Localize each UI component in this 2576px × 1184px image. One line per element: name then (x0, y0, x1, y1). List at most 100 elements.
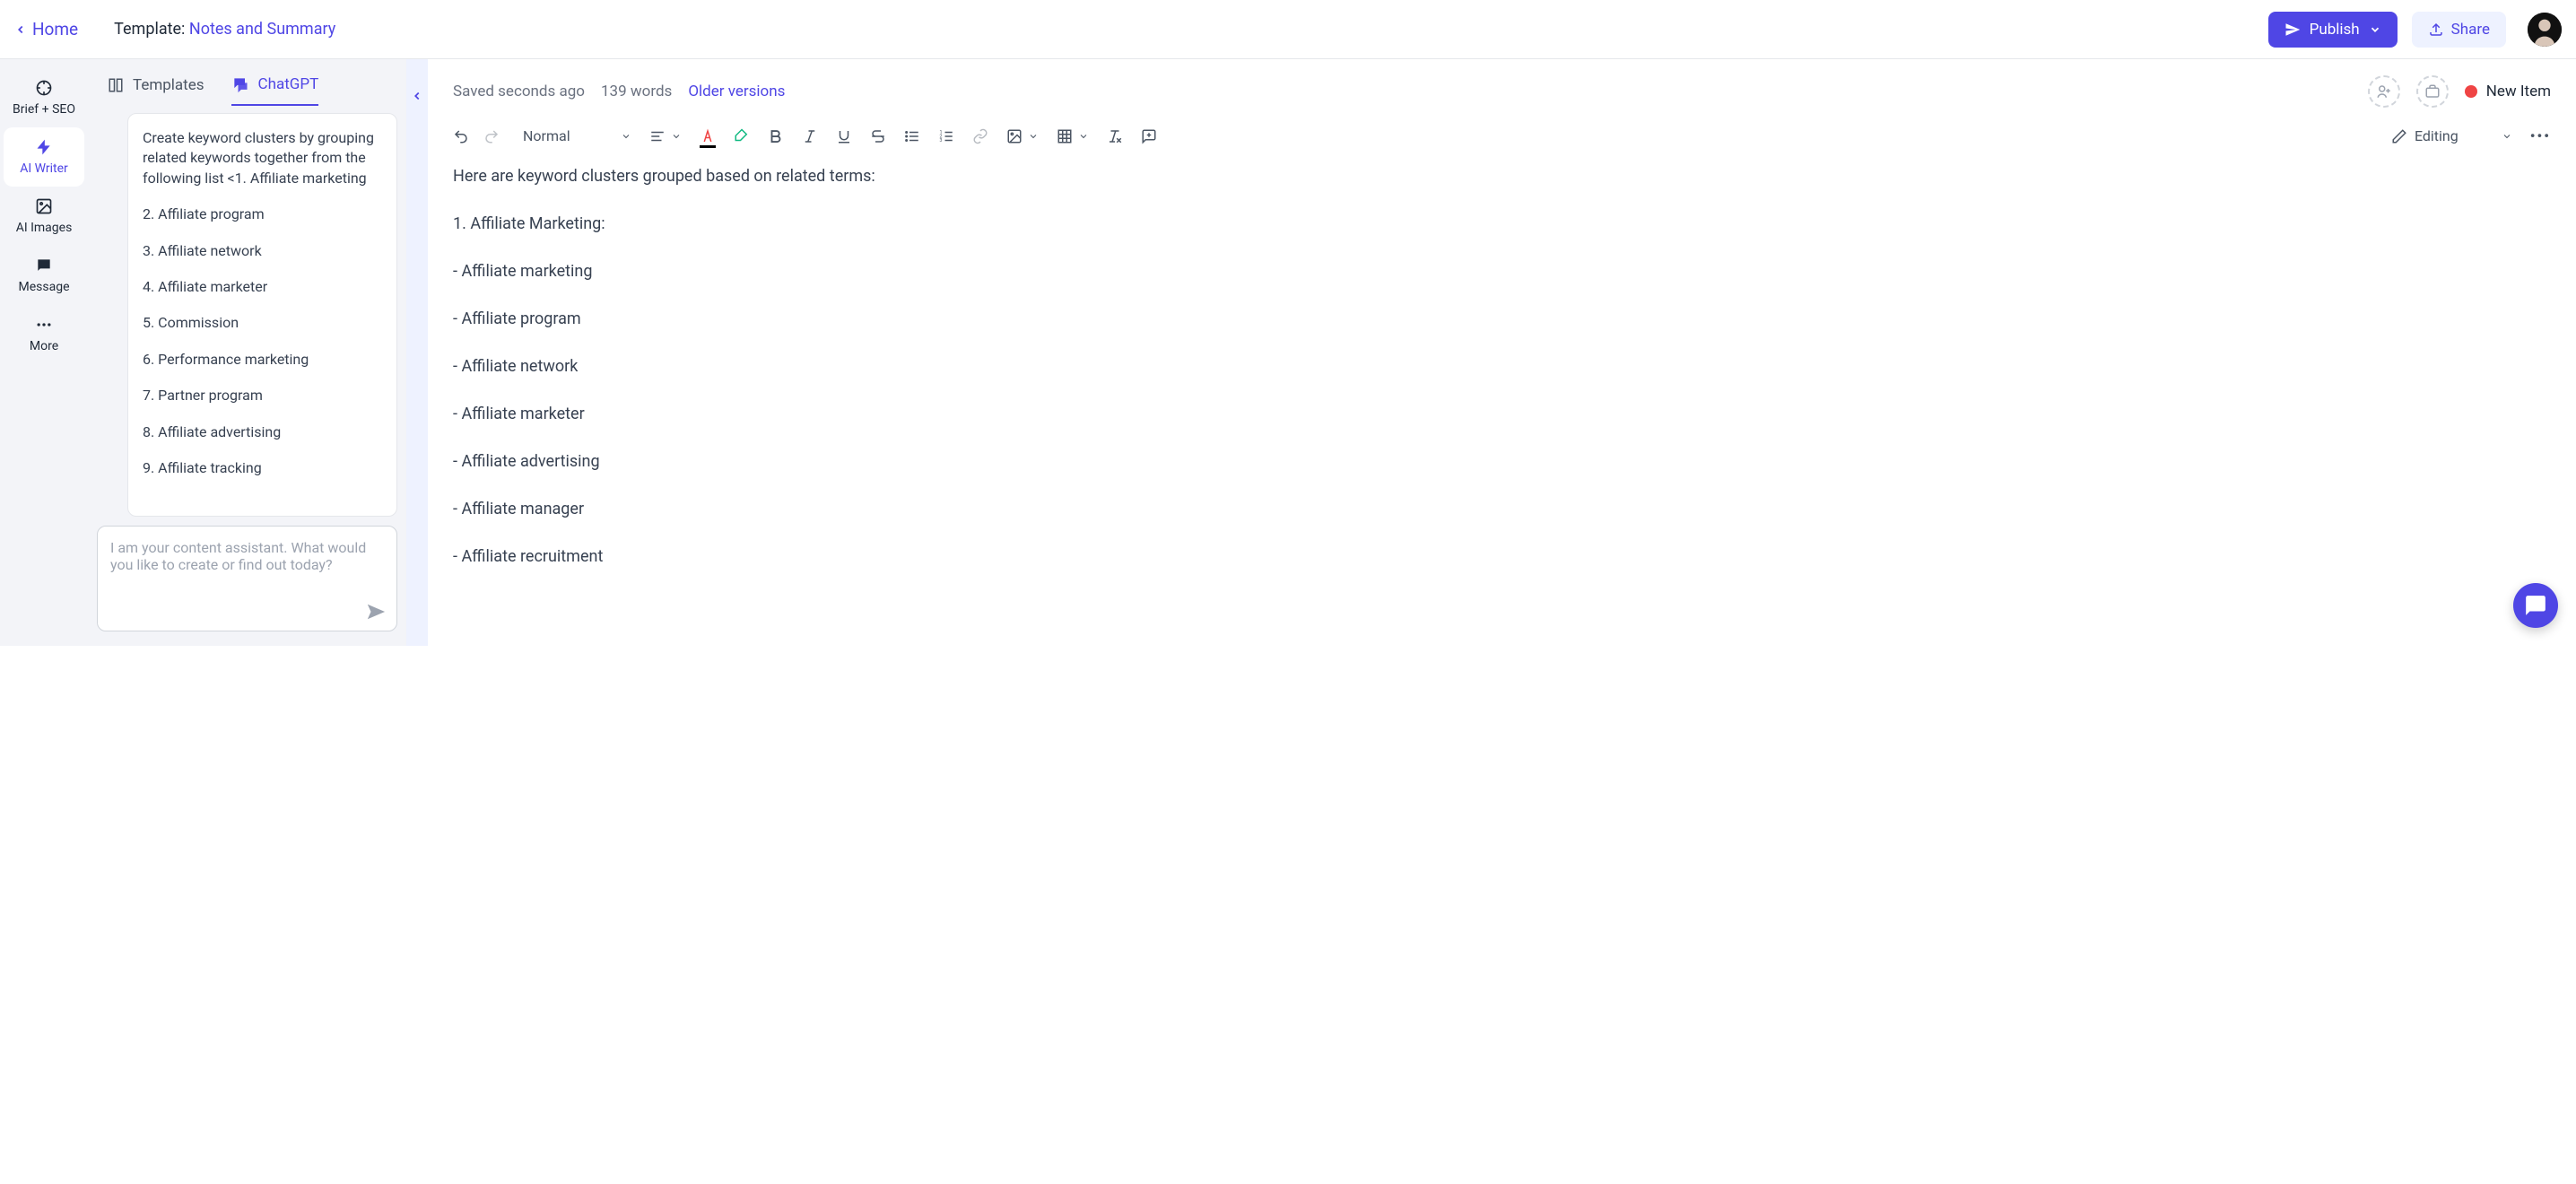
schedule-button[interactable] (2416, 75, 2449, 108)
chevron-down-icon (2502, 131, 2512, 142)
chat-line: 5. Commission (143, 313, 382, 333)
chat-line: 3. Affiliate network (143, 241, 382, 261)
rail-ai-writer[interactable]: AI Writer (4, 127, 84, 187)
collapse-panel[interactable] (406, 59, 428, 646)
toolbar-more-button[interactable]: ••• (2530, 127, 2551, 144)
tab-templates[interactable]: Templates (108, 76, 205, 105)
number-list-icon: 123 (938, 128, 954, 144)
dots-icon (35, 316, 53, 334)
chat-line: Create keyword clusters by grouping rela… (143, 128, 382, 188)
bold-icon (768, 128, 784, 144)
editing-mode-label: Editing (2415, 127, 2459, 144)
undo-button[interactable] (453, 128, 469, 144)
rail-writer-label: AI Writer (7, 161, 81, 176)
chevron-down-icon (621, 131, 631, 142)
new-item-label: New Item (2486, 83, 2551, 100)
avatar-image (2528, 13, 2562, 47)
doc-line: - Affiliate program (453, 307, 2551, 331)
briefcase-icon (2424, 83, 2441, 100)
doc-line: - Affiliate advertising (453, 449, 2551, 474)
highlight-button[interactable] (734, 128, 750, 144)
new-item-status[interactable]: New Item (2465, 83, 2551, 100)
doc-line: - Affiliate network (453, 354, 2551, 379)
insert-table-button[interactable] (1057, 128, 1089, 144)
paper-plane-icon (366, 602, 386, 622)
strike-button[interactable] (870, 128, 886, 144)
chat-line: 6. Performance marketing (143, 350, 382, 370)
comment-plus-icon (1141, 128, 1157, 144)
topbar: Home Template: Notes and Summary Publish… (0, 0, 2576, 59)
chat-input-placeholder: I am your content assistant. What would … (110, 539, 366, 573)
style-select[interactable]: Normal (518, 127, 631, 144)
align-left-icon (649, 128, 666, 144)
link-icon (972, 128, 988, 144)
chat-line: 8. Affiliate advertising (143, 422, 382, 442)
chat-response: Create keyword clusters by grouping rela… (127, 113, 397, 517)
rail-ai-images[interactable]: AI Images (4, 187, 84, 246)
clear-format-button[interactable] (1107, 128, 1123, 144)
chat-icon (231, 75, 249, 93)
tab-chatgpt-label: ChatGPT (258, 75, 319, 93)
saved-status: Saved seconds ago (453, 83, 585, 100)
doc-line: 1. Affiliate Marketing: (453, 212, 2551, 236)
strikethrough-icon (870, 128, 886, 144)
editor-toolbar: Normal (453, 108, 2551, 157)
comment-button[interactable] (1141, 128, 1157, 144)
rail-more-label: More (7, 339, 81, 353)
status-dot-icon (2465, 85, 2477, 98)
share-button[interactable]: Share (2412, 12, 2506, 48)
send-icon (2284, 22, 2301, 38)
redo-icon (483, 128, 500, 144)
chat-input[interactable]: I am your content assistant. What would … (97, 526, 397, 631)
highlighter-icon (734, 128, 750, 144)
redo-button[interactable] (483, 128, 500, 144)
rail-brief-seo[interactable]: Brief + SEO (4, 68, 84, 127)
doc-line: - Affiliate marketing (453, 259, 2551, 283)
older-versions-link[interactable]: Older versions (688, 83, 785, 100)
send-button[interactable] (366, 602, 386, 622)
upload-icon (2428, 22, 2444, 38)
insert-image-button[interactable] (1006, 128, 1039, 144)
bullet-list-button[interactable] (904, 128, 920, 144)
align-button[interactable] (649, 128, 682, 144)
publish-button[interactable]: Publish (2268, 12, 2398, 48)
italic-button[interactable] (802, 128, 818, 144)
rail-message[interactable]: Message (4, 246, 84, 305)
chevron-down-icon (1028, 131, 1039, 142)
publish-label: Publish (2310, 21, 2360, 39)
message-icon (35, 257, 53, 274)
italic-icon (802, 128, 818, 144)
support-chat-button[interactable] (2513, 583, 2558, 628)
link-button[interactable] (972, 128, 988, 144)
home-label: Home (32, 19, 78, 39)
templates-icon (108, 77, 124, 93)
chat-line: 7. Partner program (143, 386, 382, 405)
rail-brief-label: Brief + SEO (7, 102, 81, 117)
tab-templates-label: Templates (133, 76, 205, 94)
text-color-button[interactable] (700, 128, 716, 144)
word-count: 139 words (601, 83, 672, 100)
template-label: Template: Notes and Summary (114, 20, 335, 39)
underline-icon (836, 128, 852, 144)
rail-images-label: AI Images (7, 221, 81, 235)
bold-button[interactable] (768, 128, 784, 144)
chat-bubble-icon (2524, 594, 2547, 617)
document-body[interactable]: Here are keyword clusters grouped based … (453, 157, 2551, 646)
target-icon (35, 79, 53, 97)
image-icon (35, 197, 53, 215)
doc-line: - Affiliate recruitment (453, 544, 2551, 569)
editing-mode-select[interactable]: Editing (2391, 127, 2512, 144)
tab-chatgpt[interactable]: ChatGPT (231, 75, 319, 106)
template-name-link[interactable]: Notes and Summary (189, 20, 335, 39)
chevron-down-icon (1078, 131, 1089, 142)
svg-text:3: 3 (939, 138, 942, 144)
person-plus-icon (2376, 83, 2392, 100)
home-link[interactable]: Home (14, 19, 78, 39)
chevron-left-icon (14, 23, 27, 36)
number-list-button[interactable]: 123 (938, 128, 954, 144)
avatar[interactable] (2528, 13, 2562, 47)
rail-more[interactable]: More (4, 305, 84, 364)
template-prefix: Template: (114, 20, 189, 39)
underline-button[interactable] (836, 128, 852, 144)
add-person-button[interactable] (2368, 75, 2400, 108)
